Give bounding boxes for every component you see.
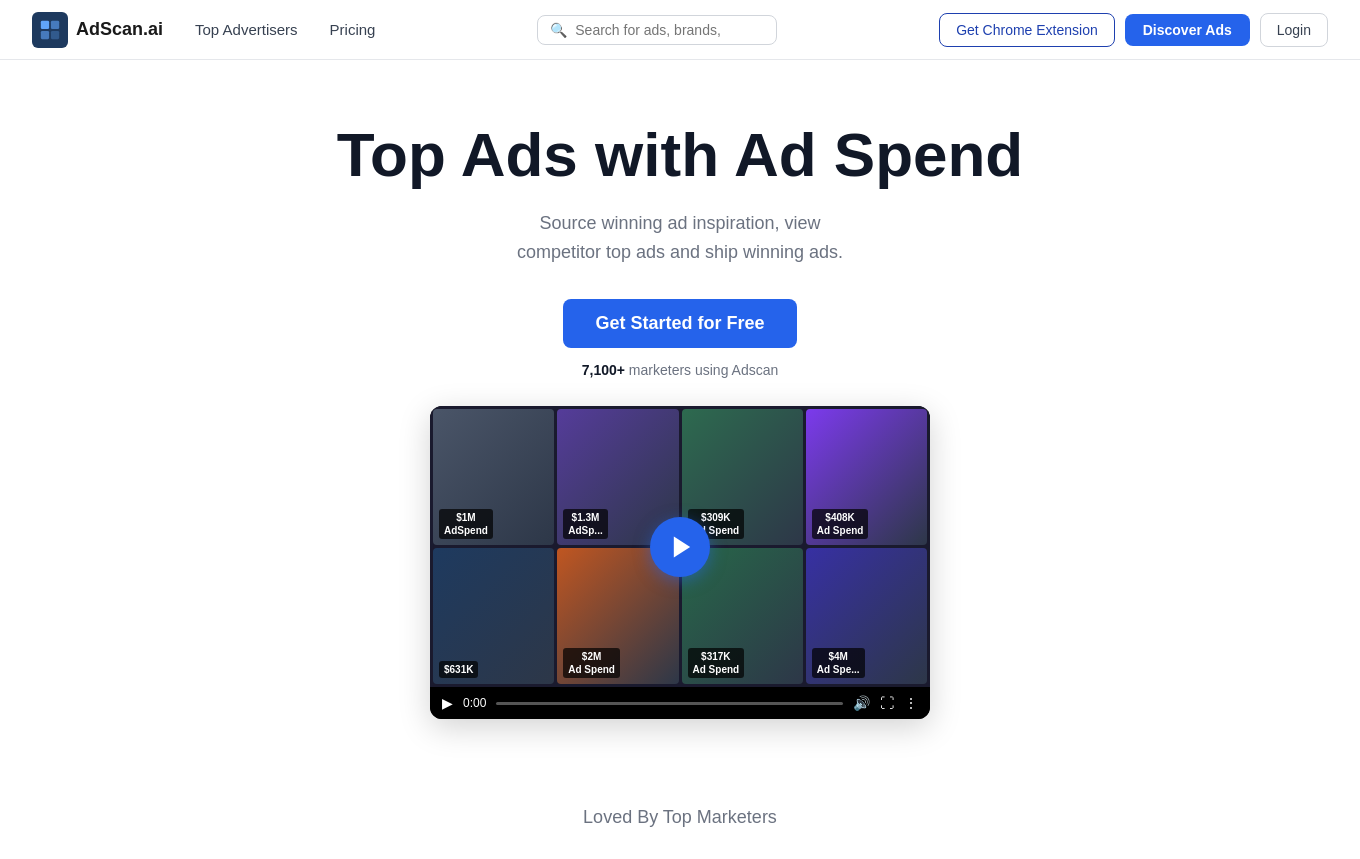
loved-by-section: Loved By Top Marketers PhotoRoom Kilo.He…	[0, 759, 1360, 859]
get-started-button[interactable]: Get Started for Free	[563, 299, 796, 348]
ad-spend-2: $1.3MAdSp...	[563, 509, 607, 539]
hero-section: Top Ads with Ad Spend Source winning ad …	[0, 60, 1360, 759]
ad-spend-8: $4MAd Spe...	[812, 648, 865, 678]
login-button[interactable]: Login	[1260, 13, 1328, 47]
user-count-rest: marketers using Adscan	[625, 362, 778, 378]
nav-left: AdScan.ai Top Advertisers Pricing	[32, 12, 375, 48]
nav-right: Get Chrome Extension Discover Ads Login	[939, 13, 1328, 47]
fullscreen-icon[interactable]: ⛶	[880, 695, 894, 711]
user-count-bold: 7,100+	[582, 362, 625, 378]
chrome-extension-button[interactable]: Get Chrome Extension	[939, 13, 1115, 47]
search-icon: 🔍	[550, 22, 567, 38]
video-cell-5: $631K	[433, 548, 554, 684]
hero-subtitle-line1: Source winning ad inspiration, view	[539, 213, 820, 233]
ad-spend-5: $631K	[439, 661, 478, 678]
video-controls: ▶ 0:00 🔊 ⛶ ⋮	[430, 687, 930, 719]
logo-text: AdScan.ai	[76, 19, 163, 40]
video-cell-1: $1MAdSpend	[433, 409, 554, 545]
nav-top-advertisers[interactable]: Top Advertisers	[195, 21, 298, 38]
video-thumbnail: $1MAdSpend $1.3MAdSp... $309KAd Spend $4…	[430, 406, 930, 687]
search-bar[interactable]: 🔍	[537, 15, 777, 45]
video-cell-8: $4MAd Spe...	[806, 548, 927, 684]
loved-by-title: Loved By Top Marketers	[32, 807, 1328, 828]
svg-rect-1	[51, 20, 59, 28]
svg-rect-2	[41, 30, 49, 38]
hero-title: Top Ads with Ad Spend	[32, 120, 1328, 189]
demo-video[interactable]: $1MAdSpend $1.3MAdSp... $309KAd Spend $4…	[430, 406, 930, 719]
navbar: AdScan.ai Top Advertisers Pricing 🔍 Get …	[0, 0, 1360, 60]
ad-spend-1: $1MAdSpend	[439, 509, 493, 539]
ad-spend-7: $317KAd Spend	[688, 648, 745, 678]
user-count: 7,100+ marketers using Adscan	[32, 362, 1328, 378]
hero-subtitle-line2: competitor top ads and ship winning ads.	[517, 242, 843, 262]
nav-pricing[interactable]: Pricing	[330, 21, 376, 38]
svg-rect-0	[41, 20, 49, 28]
search-input[interactable]	[575, 22, 764, 38]
volume-icon[interactable]: 🔊	[853, 695, 870, 711]
logo[interactable]: AdScan.ai	[32, 12, 163, 48]
hero-subtitle: Source winning ad inspiration, view comp…	[32, 209, 1328, 267]
more-options-icon[interactable]: ⋮	[904, 695, 918, 711]
progress-bar[interactable]	[496, 702, 843, 705]
play-icon[interactable]: ▶	[442, 695, 453, 711]
video-time: 0:00	[463, 696, 486, 710]
discover-ads-button[interactable]: Discover Ads	[1125, 14, 1250, 46]
play-button[interactable]	[650, 517, 710, 577]
svg-rect-3	[51, 30, 59, 38]
ad-spend-4: $408KAd Spend	[812, 509, 869, 539]
logo-icon	[32, 12, 68, 48]
video-cell-4: $408KAd Spend	[806, 409, 927, 545]
ad-spend-6: $2MAd Spend	[563, 648, 620, 678]
svg-marker-4	[674, 536, 690, 557]
